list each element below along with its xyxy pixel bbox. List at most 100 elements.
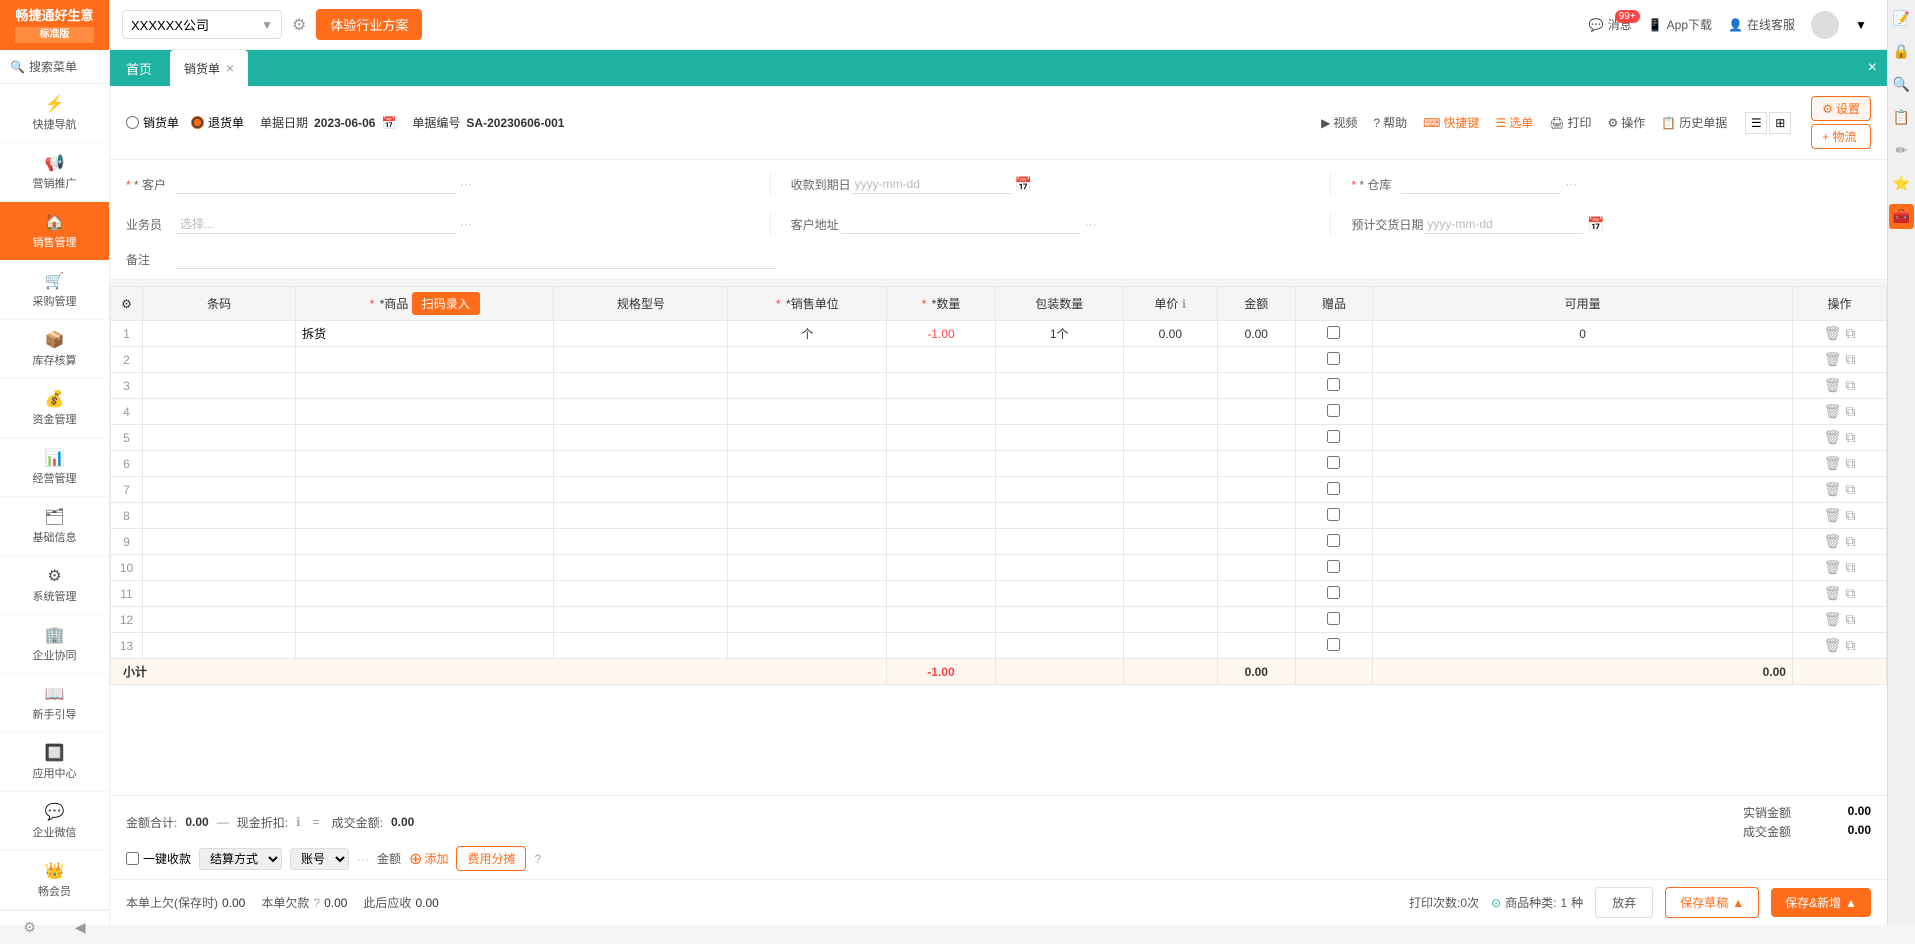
cell-gift[interactable] [1295, 373, 1373, 399]
expected-date-input[interactable] [1423, 215, 1583, 234]
delete-row-icon[interactable]: 🗑 [1824, 429, 1842, 446]
cell-pack-qty[interactable]: 1个 [995, 321, 1123, 347]
cell-product[interactable] [296, 607, 554, 633]
save-new-button[interactable]: 保存&新增 ▲ [1771, 888, 1871, 917]
gift-checkbox[interactable] [1327, 586, 1340, 599]
cell-amount[interactable] [1217, 555, 1295, 581]
cell-unit[interactable] [728, 555, 887, 581]
settings-button[interactable]: ⚙ 设置 [1811, 96, 1871, 121]
due-date-input[interactable] [851, 175, 1011, 194]
gift-checkbox[interactable] [1327, 612, 1340, 625]
cell-price[interactable] [1123, 555, 1217, 581]
copy-row-icon[interactable]: ⧉ [1845, 455, 1855, 472]
tab-home[interactable]: 首页 [110, 50, 168, 86]
cell-product[interactable] [296, 451, 554, 477]
cell-barcode[interactable] [143, 581, 296, 607]
radio-sale[interactable]: 销货单 [126, 114, 179, 131]
spec-input[interactable] [606, 431, 676, 445]
salesperson-input[interactable] [176, 215, 456, 234]
delete-row-icon[interactable]: 🗑 [1824, 611, 1842, 628]
cell-unit[interactable] [728, 425, 887, 451]
cell-unit[interactable] [728, 347, 887, 373]
barcode-input[interactable] [189, 535, 249, 549]
barcode-input[interactable] [189, 483, 249, 497]
cell-spec[interactable] [554, 347, 728, 373]
sidebar-item-sales[interactable]: 🏠 销售管理 [0, 202, 109, 261]
expense-help-icon[interactable]: ? [534, 852, 541, 866]
cell-barcode[interactable] [143, 607, 296, 633]
cell-qty[interactable] [887, 425, 995, 451]
cell-amount[interactable] [1217, 399, 1295, 425]
sidebar-item-corp[interactable]: 🏢 企业协同 [0, 615, 109, 674]
spec-input[interactable] [606, 639, 676, 653]
cell-qty[interactable] [887, 399, 995, 425]
warehouse-input[interactable]: 建材仓 [1401, 175, 1561, 194]
cell-qty[interactable] [887, 555, 995, 581]
cell-price[interactable] [1123, 399, 1217, 425]
cell-barcode[interactable] [143, 529, 296, 555]
cell-amount[interactable] [1217, 607, 1295, 633]
one-click-pay-input[interactable] [126, 852, 139, 865]
cell-amount[interactable]: 0.00 [1217, 321, 1295, 347]
cell-barcode[interactable] [143, 451, 296, 477]
cell-qty[interactable]: -1.00 [887, 321, 995, 347]
cell-amount[interactable] [1217, 529, 1295, 555]
print-tool[interactable]: 🖨 打印 [1545, 112, 1595, 133]
copy-row-icon[interactable]: ⧉ [1845, 611, 1855, 628]
cell-gift[interactable] [1295, 529, 1373, 555]
copy-row-icon[interactable]: ⧉ [1845, 429, 1855, 446]
product-input[interactable] [302, 535, 382, 549]
copy-row-icon[interactable]: ⧉ [1845, 325, 1855, 342]
shortcut-tool[interactable]: ⌨ 快捷键 [1419, 112, 1483, 133]
cell-pack-qty[interactable] [995, 451, 1123, 477]
cell-pack-qty[interactable] [995, 477, 1123, 503]
product-input[interactable] [302, 405, 382, 419]
copy-row-icon[interactable]: ⧉ [1845, 481, 1855, 498]
settings-bottom-icon[interactable]: ⚙ [23, 919, 36, 936]
spec-input[interactable] [606, 405, 676, 419]
gift-checkbox[interactable] [1327, 352, 1340, 365]
salesperson-dots-icon[interactable]: ··· [460, 217, 472, 231]
total-due-icon[interactable]: ? [313, 896, 320, 910]
rp-icon-5[interactable]: ⭐ [1889, 171, 1914, 196]
delete-row-icon[interactable]: 🗑 [1824, 351, 1842, 368]
th-gear[interactable]: ⚙ [111, 287, 143, 321]
help-tool[interactable]: ? 帮助 [1369, 112, 1411, 133]
cell-spec[interactable] [554, 555, 728, 581]
cell-barcode[interactable] [143, 503, 296, 529]
product-input[interactable] [302, 613, 382, 627]
tab-close-icon[interactable]: × [226, 60, 234, 76]
cell-gift[interactable] [1295, 451, 1373, 477]
product-input[interactable] [302, 353, 382, 367]
cell-pack-qty[interactable] [995, 529, 1123, 555]
cell-barcode[interactable] [143, 633, 296, 659]
avatar[interactable] [1811, 11, 1839, 39]
sidebar-item-member[interactable]: 👑 畅会员 [0, 851, 109, 910]
tab-bar-close-icon[interactable]: × [1868, 59, 1877, 77]
cell-product[interactable] [296, 425, 554, 451]
spec-input[interactable] [606, 327, 676, 341]
cell-spec[interactable] [554, 451, 728, 477]
delete-row-icon[interactable]: 🗑 [1824, 533, 1842, 550]
cell-pack-qty[interactable] [995, 503, 1123, 529]
cell-qty[interactable] [887, 529, 995, 555]
cell-price[interactable] [1123, 607, 1217, 633]
delete-row-icon[interactable]: 🗑 [1824, 637, 1842, 654]
copy-row-icon[interactable]: ⧉ [1845, 637, 1855, 654]
cell-barcode[interactable] [143, 321, 296, 347]
cell-price[interactable] [1123, 347, 1217, 373]
spec-input[interactable] [606, 587, 676, 601]
cell-gift[interactable] [1295, 581, 1373, 607]
delete-row-icon[interactable]: 🗑 [1824, 559, 1842, 576]
save-draft-button[interactable]: 保存草稿 ▲ [1665, 887, 1759, 918]
sidebar-item-purchase[interactable]: 🛒 采购管理 [0, 261, 109, 320]
cell-unit[interactable] [728, 581, 887, 607]
cell-amount[interactable] [1217, 451, 1295, 477]
sidebar-item-base[interactable]: 🗂 基础信息 [0, 497, 109, 556]
warehouse-dots-icon[interactable]: ··· [1565, 177, 1577, 191]
cell-price[interactable] [1123, 373, 1217, 399]
action-tool[interactable]: ⚙ 操作 [1603, 112, 1649, 133]
due-date-calendar-icon[interactable]: 📅 [1015, 176, 1032, 193]
barcode-input[interactable] [189, 353, 249, 367]
barcode-input[interactable] [189, 431, 249, 445]
